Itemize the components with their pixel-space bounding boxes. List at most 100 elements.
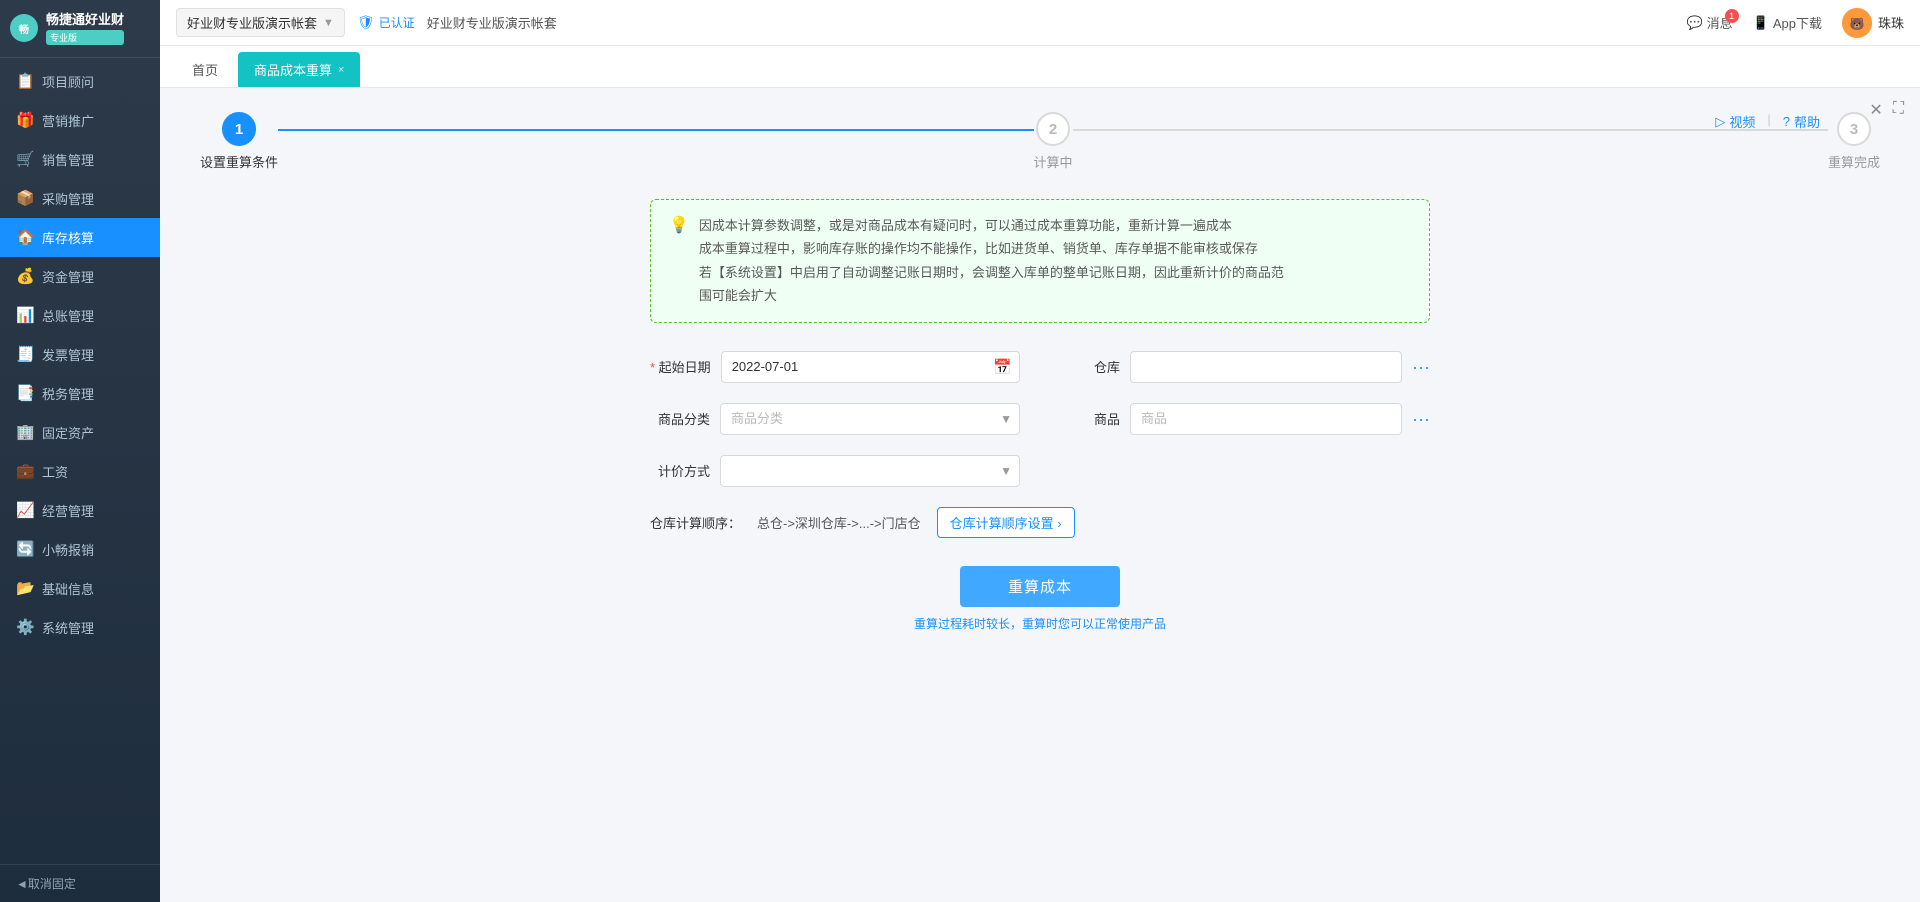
warehouse-order-settings-button[interactable]: 仓库计算顺序设置 › — [937, 507, 1075, 538]
start-date-input[interactable] — [721, 351, 1020, 383]
sidebar-item-project[interactable]: 📋 项目顾问 — [0, 62, 160, 101]
form-row-1: * 起始日期 📅 仓库 ··· — [650, 351, 1430, 383]
sidebar-item-operation[interactable]: 📈经营管理 — [0, 491, 160, 530]
sidebar-item-marketing[interactable]: 🎁 营销推广 — [0, 101, 160, 140]
sidebar-label-tax: 税务管理 — [42, 384, 94, 403]
sidebar-label-project: 项目顾问 — [42, 72, 94, 91]
sidebar-label-sales: 销售管理 — [42, 150, 94, 169]
verified-account-name: 好业财专业版演示帐套 — [427, 13, 557, 32]
play-icon: ▷ — [1715, 114, 1725, 130]
sidebar-item-accounting[interactable]: 📊总账管理 — [0, 296, 160, 335]
info-box: 💡 因成本计算参数调整，或是对商品成本有疑问时，可以通过成本重算功能，重新计算一… — [650, 199, 1430, 323]
info-text: 因成本计算参数调整，或是对商品成本有疑问时，可以通过成本重算功能，重新计算一遍成… — [699, 214, 1284, 308]
sidebar: 畅 畅捷通好业财 专业版 📋 项目顾问 🎁 营销推广 🛒 销售管理 📦采购管理🏠库存核算💰资… — [0, 0, 160, 902]
asset-icon: 🏢 — [16, 423, 34, 441]
sidebar-label-asset: 固定资产 — [42, 423, 94, 442]
finance-icon: 💰 — [16, 267, 34, 285]
app-edition-badge: 专业版 — [46, 30, 124, 45]
message-icon: 💬 — [1686, 15, 1702, 31]
pricing-label: 计价方式 — [650, 461, 710, 480]
tax-icon: 📑 — [16, 384, 34, 402]
pricing-select[interactable] — [720, 455, 1020, 487]
helper-buttons: ▷ 视频 | ? 帮助 — [1715, 112, 1820, 131]
basic-icon: 📂 — [16, 579, 34, 597]
form-row-2: 商品分类 商品分类 ▼ 商品 ··· — [650, 403, 1430, 435]
recalc-button[interactable]: 重算成本 — [960, 566, 1120, 607]
sidebar-item-system[interactable]: ⚙️系统管理 — [0, 608, 160, 647]
tab-cost-recalc[interactable]: 商品成本重算 × — [238, 52, 360, 87]
account-dropdown-arrow: ▼ — [323, 17, 334, 29]
sidebar-item-inventory[interactable]: 🏠库存核算 — [0, 218, 160, 257]
step-2-label: 计算中 — [1034, 152, 1073, 171]
product-label: 商品 — [1060, 409, 1120, 428]
marketing-icon: 🎁 — [16, 111, 34, 129]
sidebar-item-tax[interactable]: 📑 税务管理 — [0, 374, 160, 413]
sidebar-label-system: 系统管理 — [42, 618, 94, 637]
app-logo: 畅 — [10, 14, 38, 42]
pricing-select-wrap: ▼ — [720, 455, 1020, 487]
salary-icon: 💼 — [16, 462, 34, 480]
account-selector[interactable]: 好业财专业版演示帐套 ▼ — [176, 8, 345, 37]
category-field: 商品分类 商品分类 ▼ — [650, 403, 1020, 435]
video-help-button[interactable]: ▷ 视频 — [1715, 112, 1755, 131]
start-date-field: * 起始日期 📅 — [650, 351, 1020, 383]
app-download-button[interactable]: 📱 App下载 — [1753, 13, 1822, 32]
category-select-wrap: 商品分类 ▼ — [720, 403, 1020, 435]
sidebar-item-purchase[interactable]: 📦采购管理 — [0, 179, 160, 218]
content-area: ✕ ⛶ ▷ 视频 | ? 帮助 1 设置重算条件 2 — [160, 88, 1920, 902]
top-bar-right: 💬 消息 1 📱 App下载 珠珠 — [1686, 8, 1904, 38]
sidebar-header: 畅 畅捷通好业财 专业版 — [0, 0, 160, 58]
sidebar-unpin-button[interactable]: ◄取消固定 — [0, 864, 160, 902]
notification-badge: 1 — [1725, 9, 1739, 23]
phone-icon: 📱 — [1753, 15, 1769, 31]
help-button[interactable]: ? 帮助 — [1783, 112, 1820, 131]
category-select[interactable]: 商品分类 — [720, 403, 1020, 435]
step-1: 1 设置重算条件 — [200, 112, 278, 171]
user-menu-button[interactable]: 珠珠 — [1842, 8, 1904, 38]
stepper: ▷ 视频 | ? 帮助 1 设置重算条件 2 计算中 3 重算 — [200, 112, 1880, 171]
user-name-label: 珠珠 — [1878, 13, 1904, 32]
sidebar-item-finance[interactable]: 💰资金管理 — [0, 257, 160, 296]
sidebar-label-invoice: 发票管理 — [42, 345, 94, 364]
warehouse-input-wrap — [1130, 351, 1402, 383]
product-more-button[interactable]: ··· — [1412, 410, 1430, 428]
step-3: 3 重算完成 — [1828, 112, 1880, 171]
start-date-input-wrap: 📅 — [721, 351, 1020, 383]
tab-active-label: 商品成本重算 — [254, 60, 332, 79]
warehouse-more-button[interactable]: ··· — [1412, 358, 1430, 376]
sidebar-item-basic[interactable]: 📂基础信息 — [0, 569, 160, 608]
sidebar-item-sales[interactable]: 🛒 销售管理 — [0, 140, 160, 179]
lamp-icon: 💡 — [669, 215, 689, 308]
sidebar-item-salary[interactable]: 💼 工资 — [0, 452, 160, 491]
sidebar-label-marketing: 营销推广 — [42, 111, 94, 130]
tab-close-button[interactable]: × — [338, 64, 344, 76]
product-field: 商品 ··· — [1060, 403, 1430, 435]
expand-window-button[interactable]: ⛶ — [1893, 100, 1904, 120]
project-icon: 📋 — [16, 72, 34, 90]
main-area: 好业财专业版演示帐套 ▼ 🛡 已认证 好业财专业版演示帐套 💬 消息 1 📱 A… — [160, 0, 1920, 902]
recalc-section: 重算成本 重算过程耗时较长，重算时您可以正常使用产品 — [200, 566, 1880, 632]
form-row-3: 计价方式 ▼ — [650, 455, 1430, 487]
sidebar-item-asset[interactable]: 🏢 固定资产 — [0, 413, 160, 452]
sidebar-nav: 📋 项目顾问 🎁 营销推广 🛒 销售管理 📦采购管理🏠库存核算💰资金管理📊总账管理🧾发票管理… — [0, 58, 160, 864]
messages-button[interactable]: 💬 消息 1 — [1686, 13, 1732, 32]
calendar-icon[interactable]: 📅 — [993, 358, 1012, 376]
question-icon: ? — [1783, 114, 1790, 129]
tab-home[interactable]: 首页 — [176, 52, 234, 87]
sales-icon: 🛒 — [16, 150, 34, 168]
warehouse-label: 仓库 — [1060, 357, 1120, 376]
step-2-circle: 2 — [1036, 112, 1070, 146]
form-section: * 起始日期 📅 仓库 ··· — [650, 351, 1430, 538]
sidebar-item-invoice[interactable]: 🧾发票管理 — [0, 335, 160, 374]
warehouse-order-label: 仓库计算顺序： — [650, 513, 741, 532]
sidebar-label-expense: 小畅报销 — [42, 540, 94, 559]
sidebar-item-expense[interactable]: 🔄小畅报销 — [0, 530, 160, 569]
product-input[interactable] — [1130, 403, 1402, 435]
warehouse-field: 仓库 ··· — [1060, 351, 1430, 383]
step-3-circle: 3 — [1837, 112, 1871, 146]
warehouse-input[interactable] — [1130, 351, 1402, 383]
sidebar-label-salary: 工资 — [42, 462, 68, 481]
step-2: 2 计算中 — [1034, 112, 1073, 171]
sidebar-label-purchase: 采购管理 — [42, 189, 94, 208]
operation-icon: 📈 — [16, 501, 34, 519]
